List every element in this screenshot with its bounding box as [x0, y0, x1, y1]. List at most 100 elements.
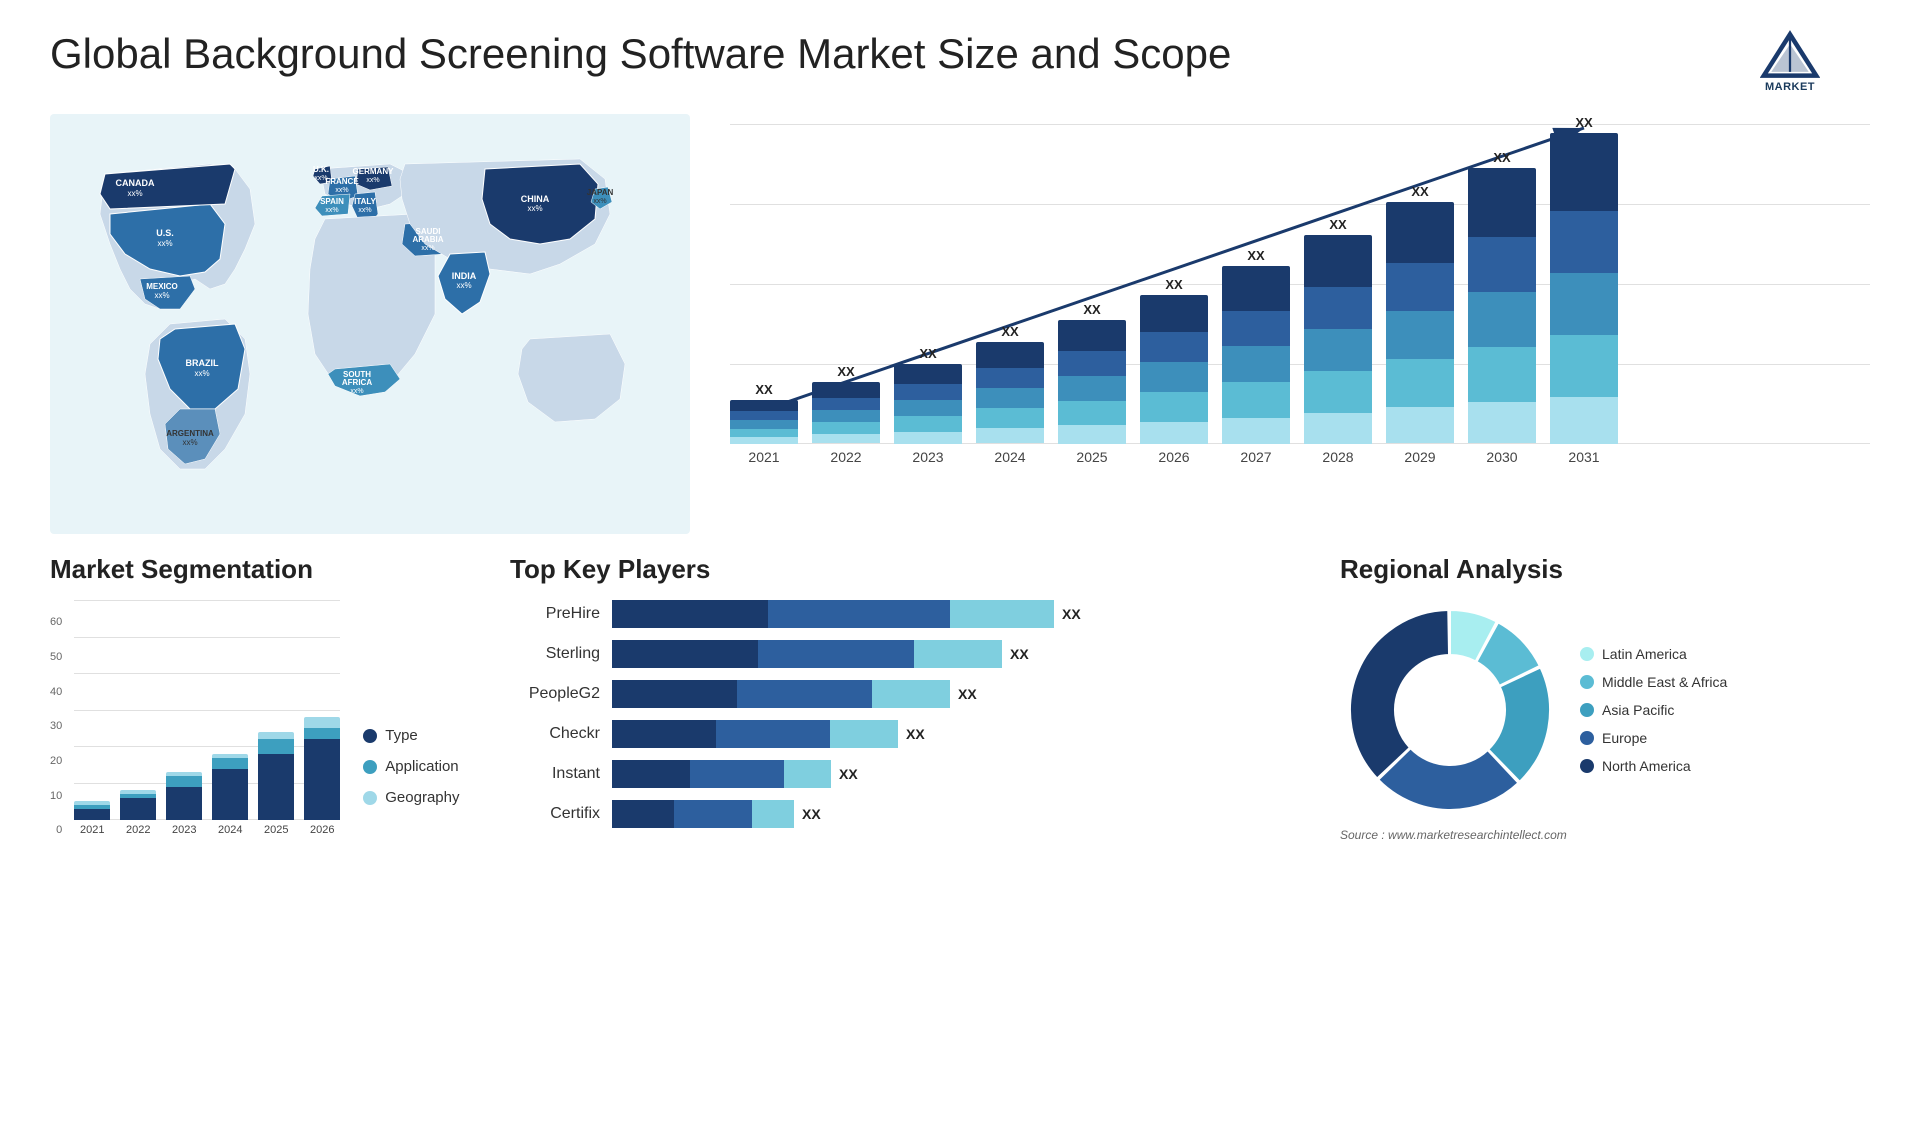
player-value: XX	[839, 760, 858, 788]
bar-seg-0	[1304, 235, 1372, 287]
bar-seg-2	[1304, 329, 1372, 371]
legend-dot-app	[363, 760, 377, 774]
bar-value-2025: XX	[1083, 302, 1100, 317]
bar-seg-3	[730, 429, 798, 438]
bar-seg-2	[976, 388, 1044, 408]
bar-seg-1	[1550, 211, 1618, 273]
player-bar	[612, 760, 831, 788]
player-value: XX	[958, 680, 977, 708]
seg-app	[166, 776, 202, 787]
top-players-section: Top Key Players PreHireXXSterlingXXPeopl…	[500, 554, 1320, 840]
player-bar	[612, 720, 898, 748]
legend-label-type: Type	[385, 727, 418, 744]
svg-text:ITALY: ITALY	[354, 197, 376, 206]
world-map-section: CANADA xx% U.S. xx% MEXICO xx% BRAZIL xx…	[50, 114, 690, 534]
page-title: Global Background Screening Software Mar…	[50, 30, 1231, 78]
legend-label-na: North America	[1602, 758, 1691, 774]
svg-text:ARABIA: ARABIA	[412, 235, 443, 244]
svg-text:xx%: xx%	[127, 189, 142, 198]
bar-seg-3	[1386, 359, 1454, 407]
header: Global Background Screening Software Mar…	[50, 30, 1870, 94]
svg-text:CANADA: CANADA	[116, 178, 155, 188]
player-bar-seg-2	[784, 760, 831, 788]
svg-text:xx%: xx%	[194, 369, 209, 378]
regional-legend: Latin America Middle East & Africa Asia …	[1580, 646, 1727, 774]
bar-xlabel-2027: 2027	[1222, 449, 1290, 465]
svg-text:SPAIN: SPAIN	[320, 197, 344, 206]
bar-seg-3	[1550, 335, 1618, 397]
player-bar-wrap: XX	[612, 720, 1310, 748]
seg-xlabel-2025: 2025	[258, 824, 294, 836]
legend-latin-america: Latin America	[1580, 646, 1727, 662]
seg-type	[212, 769, 248, 820]
bar-seg-1	[1468, 237, 1536, 292]
svg-text:GERMANY: GERMANY	[353, 167, 395, 176]
player-bar-seg-2	[752, 800, 794, 828]
player-row: SterlingXX	[510, 640, 1310, 668]
bar-group-2027: XX	[1222, 248, 1290, 444]
seg-xlabel-2026: 2026	[304, 824, 340, 836]
regional-title: Regional Analysis	[1340, 554, 1870, 585]
seg-bar-group-2026	[304, 717, 340, 820]
svg-text:xx%: xx%	[182, 438, 197, 447]
bar-seg-2	[1058, 376, 1126, 401]
player-name: Instant	[510, 765, 600, 783]
bar-seg-0	[812, 382, 880, 398]
seg-y-60: 60	[50, 616, 62, 628]
seg-geo	[304, 717, 340, 728]
legend-type: Type	[363, 727, 459, 744]
player-row: CertifixXX	[510, 800, 1310, 828]
bar-seg-1	[1304, 287, 1372, 329]
seg-xlabel-2024: 2024	[212, 824, 248, 836]
seg-y-20: 20	[50, 755, 62, 767]
bar-seg-0	[1058, 320, 1126, 351]
player-bar-wrap: XX	[612, 680, 1310, 708]
player-bar-seg-1	[716, 720, 830, 748]
bar-seg-4	[1222, 418, 1290, 445]
bar-xlabel-2029: 2029	[1386, 449, 1454, 465]
bar-group-2030: XX	[1468, 150, 1536, 444]
bar-value-2031: XX	[1575, 115, 1592, 130]
legend-dot-europe	[1580, 731, 1594, 745]
market-segmentation-section: Market Segmentation 60 50 40 30 20 10 0	[50, 554, 480, 836]
svg-text:U.S.: U.S.	[156, 228, 174, 238]
bar-value-2030: XX	[1493, 150, 1510, 165]
seg-bar-group-2024	[212, 754, 248, 820]
legend-north-america: North America	[1580, 758, 1727, 774]
bar-seg-3	[1222, 382, 1290, 418]
bar-seg-0	[1222, 266, 1290, 311]
players-title: Top Key Players	[510, 554, 1310, 585]
player-row: Checkr XX	[510, 720, 1310, 748]
bar-group-2028: XX	[1304, 217, 1372, 444]
player-bar	[612, 640, 1002, 668]
player-bar-wrap: XX	[612, 640, 1310, 668]
bar-seg-1	[976, 368, 1044, 388]
player-name: Checkr	[510, 725, 600, 743]
legend-app: Application	[363, 758, 459, 775]
seg-y-50: 50	[50, 651, 62, 663]
player-bar-seg-1	[690, 760, 784, 788]
legend-apac: Asia Pacific	[1580, 702, 1727, 718]
svg-text:MEXICO: MEXICO	[146, 282, 178, 291]
player-bar-seg-0	[612, 760, 690, 788]
bar-seg-3	[1304, 371, 1372, 413]
svg-text:xx%: xx%	[325, 207, 338, 214]
svg-text:JAPAN: JAPAN	[587, 188, 614, 197]
legend-geo: Geography	[363, 789, 459, 806]
bar-seg-1	[894, 384, 962, 400]
seg-xlabel-2021: 2021	[74, 824, 110, 836]
bar-value-2027: XX	[1247, 248, 1264, 263]
bar-seg-1	[1140, 332, 1208, 362]
bar-seg-1	[1058, 351, 1126, 376]
segmentation-title: Market Segmentation	[50, 554, 480, 585]
seg-app	[258, 739, 294, 754]
bar-chart-section: XXXXXXXXXXXXXXXXXXXXXX 20212022202320242…	[710, 114, 1870, 534]
svg-text:INDIA: INDIA	[452, 271, 477, 281]
bar-seg-4	[1058, 425, 1126, 444]
svg-text:AFRICA: AFRICA	[342, 378, 372, 387]
bar-group-2029: XX	[1386, 184, 1454, 444]
player-bar-wrap: XX	[612, 600, 1310, 628]
seg-y-30: 30	[50, 720, 62, 732]
bar-value-2022: XX	[837, 364, 854, 379]
bar-seg-1	[1222, 311, 1290, 347]
